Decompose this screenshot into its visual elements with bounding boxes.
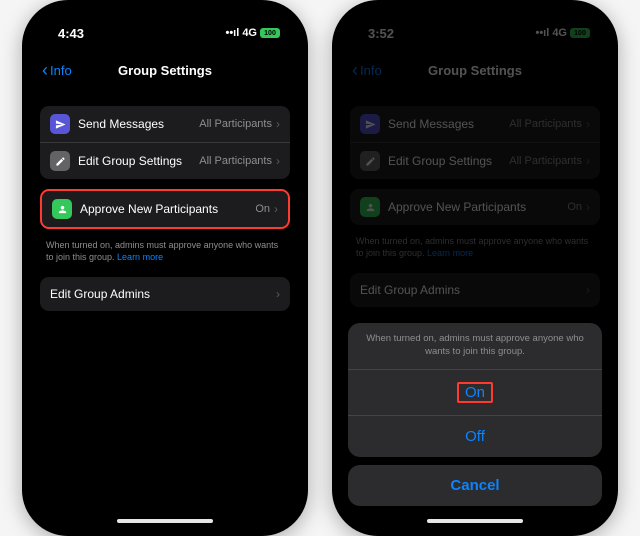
sheet-option-on[interactable]: On <box>348 370 602 415</box>
cell-label: Edit Group Settings <box>78 154 199 168</box>
chevron-right-icon: › <box>276 117 280 131</box>
edit-settings-icon <box>50 151 70 171</box>
cell-label: Edit Group Settings <box>388 154 509 168</box>
battery-icon: 100 <box>260 28 280 38</box>
page-title: Group Settings <box>118 63 212 78</box>
cell-value: On <box>567 201 582 213</box>
sheet-option-off[interactable]: Off <box>348 415 602 457</box>
cell-label: Approve New Participants <box>388 200 567 214</box>
cell-value: All Participants <box>509 155 582 167</box>
network-label: 4G <box>242 27 257 39</box>
chevron-right-icon: › <box>586 283 590 297</box>
row-edit-group-admins[interactable]: Edit Group Admins › <box>350 273 600 307</box>
page-title: Group Settings <box>428 63 522 78</box>
home-indicator[interactable] <box>117 519 213 523</box>
back-label: Info <box>50 63 72 78</box>
learn-more-link[interactable]: Learn more <box>117 252 163 262</box>
approve-participants-icon <box>360 197 380 217</box>
send-messages-icon <box>50 114 70 134</box>
row-edit-group-settings[interactable]: Edit Group Settings All Participants › <box>40 142 290 179</box>
cell-value: All Participants <box>199 118 272 130</box>
status-time: 4:43 <box>58 26 84 41</box>
section-footer-note: When turned on, admins must approve anyo… <box>40 239 290 277</box>
chevron-left-icon: ‹ <box>42 60 48 81</box>
row-approve-new-participants[interactable]: Approve New Participants On › <box>350 189 600 225</box>
chevron-right-icon: › <box>586 200 590 214</box>
signal-icon: ••ıl <box>225 27 239 39</box>
signal-icon: ••ıl <box>535 27 549 39</box>
chevron-right-icon: › <box>586 154 590 168</box>
edit-settings-icon <box>360 151 380 171</box>
cancel-button[interactable]: Cancel <box>348 465 602 506</box>
battery-icon: 100 <box>570 28 590 38</box>
cell-label: Edit Group Admins <box>50 287 276 301</box>
learn-more-link[interactable]: Learn more <box>427 248 473 258</box>
section-footer-note: When turned on, admins must approve anyo… <box>350 235 600 273</box>
chevron-right-icon: › <box>276 287 280 301</box>
highlight-box: Approve New Participants On › <box>40 189 290 229</box>
chevron-right-icon: › <box>276 154 280 168</box>
cell-label: Approve New Participants <box>80 202 255 216</box>
row-send-messages[interactable]: Send Messages All Participants › <box>40 106 290 142</box>
highlight-box: On <box>457 382 493 403</box>
cell-label: Send Messages <box>78 117 199 131</box>
network-label: 4G <box>552 27 567 39</box>
chevron-right-icon: › <box>274 202 278 216</box>
cell-label: Edit Group Admins <box>360 283 586 297</box>
cell-label: Send Messages <box>388 117 509 131</box>
back-label: Info <box>360 63 382 78</box>
row-approve-new-participants[interactable]: Approve New Participants On › <box>42 191 288 227</box>
cell-value: All Participants <box>509 118 582 130</box>
nav-bar: ‹ Info Group Settings <box>30 48 300 92</box>
back-button[interactable]: ‹ Info <box>352 60 382 81</box>
row-edit-group-admins[interactable]: Edit Group Admins › <box>40 277 290 311</box>
action-sheet: When turned on, admins must approve anyo… <box>348 323 602 457</box>
sheet-description: When turned on, admins must approve anyo… <box>348 323 602 370</box>
row-edit-group-settings[interactable]: Edit Group Settings All Participants › <box>350 142 600 179</box>
status-time: 3:52 <box>368 26 394 41</box>
home-indicator[interactable] <box>427 519 523 523</box>
chevron-right-icon: › <box>586 117 590 131</box>
back-button[interactable]: ‹ Info <box>42 60 72 81</box>
approve-participants-icon <box>52 199 72 219</box>
cell-value: On <box>255 203 270 215</box>
row-send-messages[interactable]: Send Messages All Participants › <box>350 106 600 142</box>
send-messages-icon <box>360 114 380 134</box>
nav-bar: ‹ Info Group Settings <box>340 48 610 92</box>
cell-value: All Participants <box>199 155 272 167</box>
chevron-left-icon: ‹ <box>352 60 358 81</box>
